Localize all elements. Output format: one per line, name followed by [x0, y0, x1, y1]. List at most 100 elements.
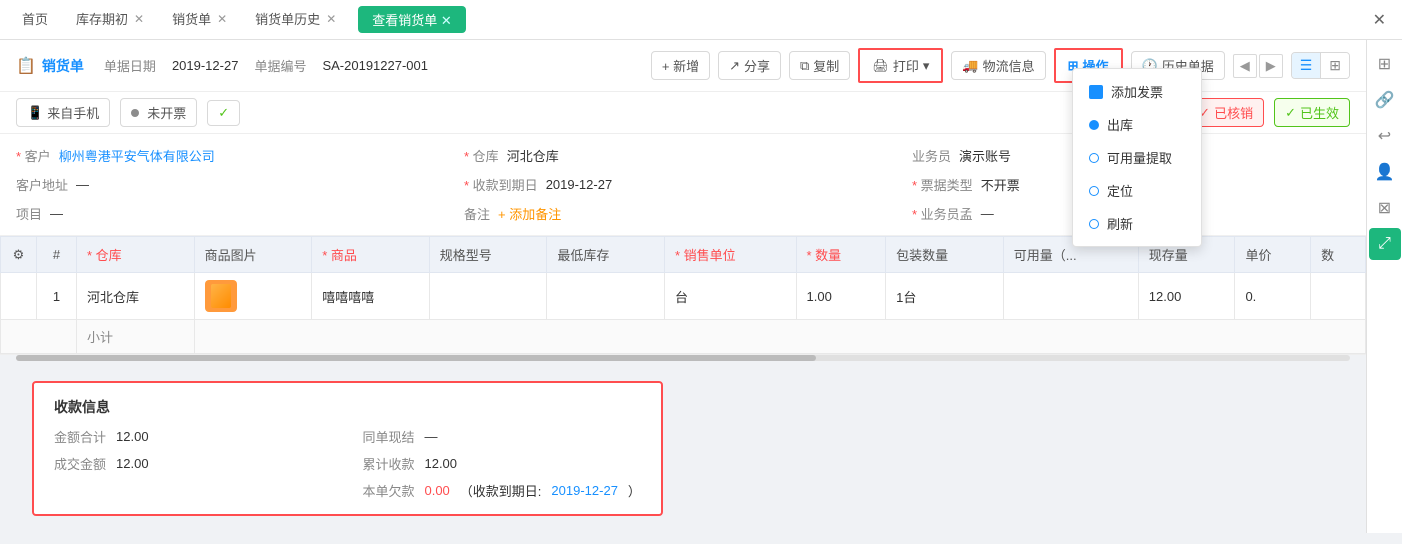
- dropdown-locate[interactable]: 定位: [1073, 174, 1201, 207]
- from-mobile-button[interactable]: 📱 来自手机: [16, 98, 110, 127]
- notes-row: 备注 + 添加备注: [464, 204, 902, 223]
- product-table: ⚙ # * 仓库 商品图片 * 商品 规格型号 最低库存 * 销售单位 * 数量…: [0, 236, 1366, 354]
- not-open-dot: [131, 109, 139, 117]
- dropdown-refresh[interactable]: 刷新: [1073, 207, 1201, 240]
- list-view-button[interactable]: ☰: [1292, 53, 1322, 78]
- col-qty: * 数量: [796, 237, 886, 273]
- sidebar-icon-5[interactable]: ⊠: [1369, 192, 1401, 224]
- scrollbar[interactable]: [16, 355, 1350, 361]
- dropdown-available-fetch[interactable]: 可用量提取: [1073, 141, 1201, 174]
- total-label: 金额合计: [54, 427, 106, 446]
- tab-sales-order[interactable]: 销货单 ✕: [158, 0, 241, 40]
- copy-button[interactable]: ⧉ 复制: [789, 51, 850, 80]
- sidebar-icon-expand[interactable]: ⤢: [1369, 228, 1401, 260]
- warehouse-label: 仓库: [464, 146, 499, 165]
- confirm-button[interactable]: ✓: [207, 100, 240, 126]
- tab-bar-close[interactable]: ✕: [1365, 10, 1394, 30]
- grid-view-button[interactable]: ⊞: [1321, 53, 1349, 78]
- tab-sales-history[interactable]: 销货单历史 ✕: [241, 0, 350, 40]
- delivery-icon: [1089, 120, 1099, 130]
- col-warehouse: * 仓库: [77, 237, 195, 273]
- scrollbar-thumb: [16, 355, 816, 361]
- print-button[interactable]: 🖨 打印 ▾: [862, 52, 939, 79]
- salesperson2-label: 业务员孟: [912, 204, 973, 223]
- sidebar-icon-4[interactable]: 👤: [1369, 156, 1401, 188]
- add-invoice-icon: [1089, 85, 1103, 99]
- doc-actions: + 新增 ↗ 分享 ⧉ 复制 🖨 打印 ▾ 🚚 物流信息 ⊞ 操作: [651, 48, 1350, 83]
- sidebar-icon-1[interactable]: ⊞: [1369, 48, 1401, 80]
- settlement-value: —: [424, 429, 437, 444]
- effective-icon: ✓: [1285, 105, 1296, 121]
- col-settings[interactable]: ⚙: [1, 237, 37, 273]
- row-stock-cell: 12.00: [1138, 273, 1235, 320]
- available-fetch-icon: [1089, 153, 1099, 163]
- tab-view-sales-close[interactable]: ✕: [441, 13, 452, 28]
- tab-sales-order-close[interactable]: ✕: [217, 12, 227, 26]
- notes-label: 备注: [464, 204, 490, 223]
- ticket-type-value: 不开票: [981, 175, 1020, 194]
- arrears-due-date: 2019-12-27: [551, 483, 618, 498]
- doc-title: 📋 销货单: [16, 56, 84, 76]
- total-row: 金额合计 12.00: [54, 427, 332, 446]
- cumulative-value: 12.00: [424, 456, 457, 471]
- col-price: 单价: [1235, 237, 1311, 273]
- warehouse-value: 河北仓库: [507, 146, 559, 165]
- right-sidebar: ⊞ 🔗 ↩ 👤 ⊠ ⤢: [1366, 40, 1402, 533]
- deal-value: 12.00: [116, 456, 149, 471]
- locate-icon: [1089, 186, 1099, 196]
- arrears-label: 本单欠款: [362, 481, 414, 500]
- payment-section: 收款信息 金额合计 12.00 成交金额 12.00 同单现结 — 累计收款: [32, 381, 663, 516]
- customer-value[interactable]: 柳州粤港平安气体有限公司: [59, 146, 215, 165]
- copy-icon: ⧉: [800, 58, 809, 74]
- doc-meta: 单据日期 2019-12-27 单据编号 SA-20191227-001: [104, 56, 428, 75]
- subtotal-row: 小计: [1, 320, 1366, 354]
- sidebar-icon-3[interactable]: ↩: [1369, 120, 1401, 152]
- subtotal-label-cell: [1, 320, 77, 354]
- warehouse-row: 仓库 河北仓库: [464, 146, 902, 165]
- product-image: [205, 280, 237, 312]
- payment-date-value: 2019-12-27: [546, 177, 613, 192]
- number-value: SA-20191227-001: [322, 58, 428, 73]
- nav-arrows: ◀ ▶: [1233, 54, 1283, 78]
- print-button-highlighted: 🖨 打印 ▾: [858, 48, 943, 83]
- tab-view-sales[interactable]: 查看销货单 ✕: [358, 6, 466, 33]
- ticket-type-label: 票据类型: [912, 175, 973, 194]
- deal-label: 成交金额: [54, 454, 106, 473]
- dropdown-add-invoice[interactable]: 添加发票: [1073, 75, 1201, 108]
- confirm-icon: ✓: [218, 105, 229, 121]
- payment-grid: 金额合计 12.00 成交金额 12.00 同单现结 — 累计收款 12.00: [54, 427, 641, 500]
- next-button[interactable]: ▶: [1259, 54, 1283, 78]
- col-unit: * 销售单位: [664, 237, 796, 273]
- sidebar-icon-2[interactable]: 🔗: [1369, 84, 1401, 116]
- address-value: —: [76, 177, 89, 192]
- tab-home[interactable]: 首页: [8, 0, 62, 40]
- not-open-button[interactable]: 未开票: [120, 98, 197, 127]
- project-label: 项目: [16, 204, 42, 223]
- project-row: 项目 —: [16, 204, 454, 223]
- tab-inventory-init[interactable]: 库存期初 ✕: [62, 0, 158, 40]
- tab-inventory-init-close[interactable]: ✕: [134, 12, 144, 26]
- tab-sales-history-close[interactable]: ✕: [326, 12, 336, 26]
- mobile-icon: 📱: [27, 105, 43, 121]
- doc-title-icon: 📋: [16, 56, 36, 76]
- number-label: 单据编号: [254, 56, 306, 75]
- row-warehouse-cell: 河北仓库: [77, 273, 195, 320]
- deal-row: 成交金额 12.00: [54, 454, 332, 473]
- settlement-row: 同单现结 —: [362, 427, 640, 446]
- logistics-button[interactable]: 🚚 物流信息: [951, 51, 1045, 80]
- col-product: * 商品: [312, 237, 430, 273]
- cumulative-label: 累计收款: [362, 454, 414, 473]
- dropdown-delivery[interactable]: 出库: [1073, 108, 1201, 141]
- add-notes-button[interactable]: + 添加备注: [498, 204, 561, 223]
- share-button[interactable]: ↗ 分享: [718, 51, 781, 80]
- address-row: 客户地址 —: [16, 175, 454, 194]
- total-value: 12.00: [116, 429, 149, 444]
- refresh-icon: [1089, 219, 1099, 229]
- print-dropdown-icon: ▾: [923, 58, 930, 74]
- row-product-cell: 嘻嘻嘻嘻: [312, 273, 430, 320]
- prev-button[interactable]: ◀: [1233, 54, 1257, 78]
- payment-date-row: 收款到期日 2019-12-27: [464, 175, 902, 194]
- effective-button[interactable]: ✓ 已生效: [1274, 98, 1350, 127]
- col-extra: 数: [1311, 237, 1366, 273]
- new-button[interactable]: + 新增: [651, 51, 710, 80]
